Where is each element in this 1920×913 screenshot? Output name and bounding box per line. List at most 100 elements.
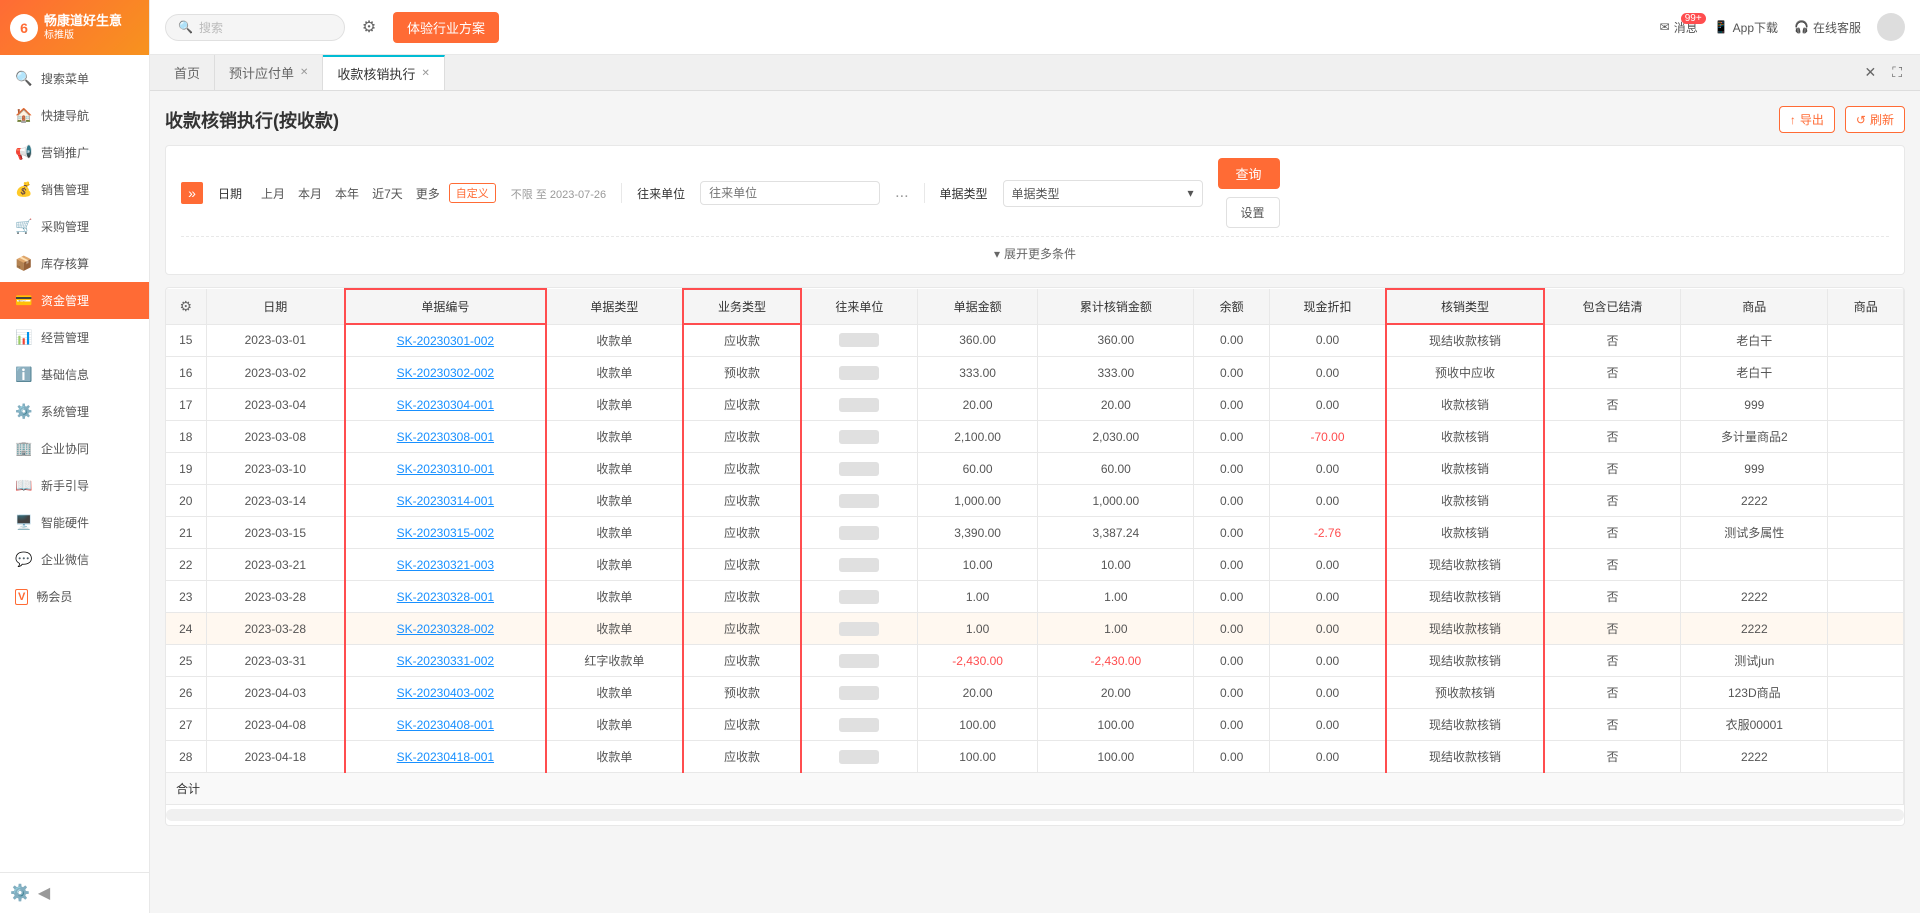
- sidebar-item-member[interactable]: V 畅会员: [0, 578, 149, 615]
- sidebar-item-search[interactable]: 🔍 搜索菜单: [0, 60, 149, 97]
- tab-collection[interactable]: 收款核销执行 ✕: [323, 55, 444, 90]
- cell-bill-no[interactable]: SK-20230328-001: [345, 581, 545, 613]
- user-avatar[interactable]: [1877, 13, 1905, 41]
- cell-write-off: 10.00: [1038, 549, 1194, 581]
- bill-no-link[interactable]: SK-20230310-001: [397, 462, 494, 476]
- sidebar-item-marketing[interactable]: 📢 营销推广: [0, 134, 149, 171]
- sidebar-item-system[interactable]: ⚙️ 系统管理: [0, 393, 149, 430]
- filter-expand-button[interactable]: »: [181, 182, 203, 204]
- bill-no-link[interactable]: SK-20230321-003: [397, 558, 494, 572]
- phone-icon: 📱: [1714, 20, 1729, 34]
- cell-biz-type: 应收款: [683, 741, 801, 773]
- cell-discount: 0.00: [1269, 709, 1386, 741]
- solution-button[interactable]: 体验行业方案: [393, 12, 499, 43]
- table-settings-icon[interactable]: ⚙: [179, 298, 192, 314]
- table-row: 192023-03-10SK-20230310-001收款单应收款 60.006…: [166, 453, 1904, 485]
- date-btn-this-month[interactable]: 本月: [294, 183, 326, 204]
- topbar-actions: ✉ 消息 99+ 📱 App下载 🎧 在线客服: [1660, 13, 1905, 41]
- bill-no-link[interactable]: SK-20230328-002: [397, 622, 494, 636]
- sidebar-item-company[interactable]: 🏢 企业协同: [0, 430, 149, 467]
- cell-date: 2023-03-01: [206, 324, 345, 357]
- sidebar-item-hardware[interactable]: 🖥️ 智能硬件: [0, 504, 149, 541]
- app-download-action[interactable]: 📱 App下载: [1714, 19, 1778, 36]
- date-btn-more[interactable]: 更多: [412, 183, 444, 204]
- export-button[interactable]: ↑ 导出: [1779, 106, 1835, 133]
- data-table: ⚙ 日期 单据编号 单据类型 业务类型 往来单位 单据金额 累计核销金额 余额 …: [166, 288, 1904, 805]
- unit-filter-input[interactable]: [700, 181, 880, 205]
- cell-bill-no[interactable]: SK-20230314-001: [345, 485, 545, 517]
- topbar-gear-icon[interactable]: ⚙: [355, 13, 383, 41]
- tab-close-all[interactable]: ✕: [1856, 64, 1884, 81]
- cell-unit: [801, 709, 918, 741]
- query-button[interactable]: 查询: [1218, 158, 1280, 189]
- col-header-balance: 余额: [1194, 289, 1270, 324]
- cell-bill-no[interactable]: SK-20230302-002: [345, 357, 545, 389]
- cell-bill-no[interactable]: SK-20230315-002: [345, 517, 545, 549]
- cell-bill-no[interactable]: SK-20230310-001: [345, 453, 545, 485]
- filter-setting-button[interactable]: 设置: [1226, 197, 1280, 228]
- cell-bill-no[interactable]: SK-20230308-001: [345, 421, 545, 453]
- cell-unit: [801, 421, 918, 453]
- tab-home[interactable]: 首页: [160, 55, 215, 90]
- support-action[interactable]: 🎧 在线客服: [1794, 19, 1861, 36]
- sidebar-item-basic[interactable]: ℹ️ 基础信息: [0, 356, 149, 393]
- sidebar-item-purchase[interactable]: 🛒 采购管理: [0, 208, 149, 245]
- bill-no-link[interactable]: SK-20230302-002: [397, 366, 494, 380]
- expand-conditions-row[interactable]: ▾ 展开更多条件: [181, 236, 1889, 262]
- sidebar-item-operations[interactable]: 📊 经营管理: [0, 319, 149, 356]
- bill-no-link[interactable]: SK-20230315-002: [397, 526, 494, 540]
- messages-action[interactable]: ✉ 消息 99+: [1660, 19, 1698, 36]
- cell-balance: 0.00: [1194, 357, 1270, 389]
- col-header-date: 日期: [206, 289, 345, 324]
- tab-close-active-icon[interactable]: ✕: [421, 68, 429, 79]
- cell-bill-no[interactable]: SK-20230328-002: [345, 613, 545, 645]
- type-select-placeholder: 单据类型: [1012, 185, 1060, 202]
- date-btn-this-year[interactable]: 本年: [331, 183, 363, 204]
- marketing-icon: 📢: [15, 144, 33, 161]
- cell-bill-no[interactable]: SK-20230321-003: [345, 549, 545, 581]
- bill-no-link[interactable]: SK-20230301-002: [397, 334, 494, 348]
- cell-bill-no[interactable]: SK-20230301-002: [345, 324, 545, 357]
- cell-bill-type: 收款单: [546, 421, 684, 453]
- cell-bill-type: 收款单: [546, 581, 684, 613]
- bill-no-link[interactable]: SK-20230328-001: [397, 590, 494, 604]
- type-filter-select[interactable]: 单据类型 ▾: [1003, 180, 1203, 207]
- bill-no-link[interactable]: SK-20230418-001: [397, 750, 494, 764]
- sidebar-item-wechat[interactable]: 💬 企业微信: [0, 541, 149, 578]
- cell-bill-no[interactable]: SK-20230408-001: [345, 709, 545, 741]
- sidebar-item-sales[interactable]: 💰 销售管理: [0, 171, 149, 208]
- custom-date-button[interactable]: 自定义: [449, 183, 496, 203]
- tab-preorders[interactable]: 预计应付单 ✕: [215, 55, 323, 90]
- refresh-button[interactable]: ↺ 刷新: [1845, 106, 1905, 133]
- tab-close-icon[interactable]: ✕: [300, 67, 308, 78]
- bill-no-link[interactable]: SK-20230403-002: [397, 686, 494, 700]
- sidebar-item-shortcut[interactable]: 🏠 快捷导航: [0, 97, 149, 134]
- cell-bill-no[interactable]: SK-20230331-002: [345, 645, 545, 677]
- date-btn-last-month[interactable]: 上月: [257, 183, 289, 204]
- table-row: 172023-03-04SK-20230304-001收款单应收款 20.002…: [166, 389, 1904, 421]
- sidebar-item-inventory[interactable]: 📦 库存核算: [0, 245, 149, 282]
- cell-product2: [1828, 645, 1904, 677]
- cell-write-off: 60.00: [1038, 453, 1194, 485]
- collapse-icon[interactable]: ◀: [38, 883, 50, 903]
- bill-no-link[interactable]: SK-20230331-002: [397, 654, 494, 668]
- sidebar-item-finance[interactable]: 💳 资金管理: [0, 282, 149, 319]
- horizontal-scrollbar[interactable]: [166, 809, 1904, 821]
- settings-gear-icon[interactable]: ⚙️: [10, 883, 30, 903]
- cell-bill-no[interactable]: SK-20230304-001: [345, 389, 545, 421]
- more-filters-dots[interactable]: ...: [895, 184, 908, 202]
- cell-bill-no[interactable]: SK-20230403-002: [345, 677, 545, 709]
- topbar-search[interactable]: 🔍 搜索: [165, 14, 345, 41]
- bill-no-link[interactable]: SK-20230408-001: [397, 718, 494, 732]
- bill-no-link[interactable]: SK-20230308-001: [397, 430, 494, 444]
- sidebar-item-guide[interactable]: 📖 新手引导: [0, 467, 149, 504]
- cell-bill-no[interactable]: SK-20230418-001: [345, 741, 545, 773]
- bill-no-link[interactable]: SK-20230304-001: [397, 398, 494, 412]
- bill-no-link[interactable]: SK-20230314-001: [397, 494, 494, 508]
- cell-bill-type: 收款单: [546, 549, 684, 581]
- cell-included: 否: [1544, 453, 1681, 485]
- date-btn-7days[interactable]: 近7天: [368, 183, 407, 204]
- cell-biz-type: 预收款: [683, 677, 801, 709]
- cell-discount: 0.00: [1269, 485, 1386, 517]
- tab-expand[interactable]: ⛶: [1884, 64, 1910, 81]
